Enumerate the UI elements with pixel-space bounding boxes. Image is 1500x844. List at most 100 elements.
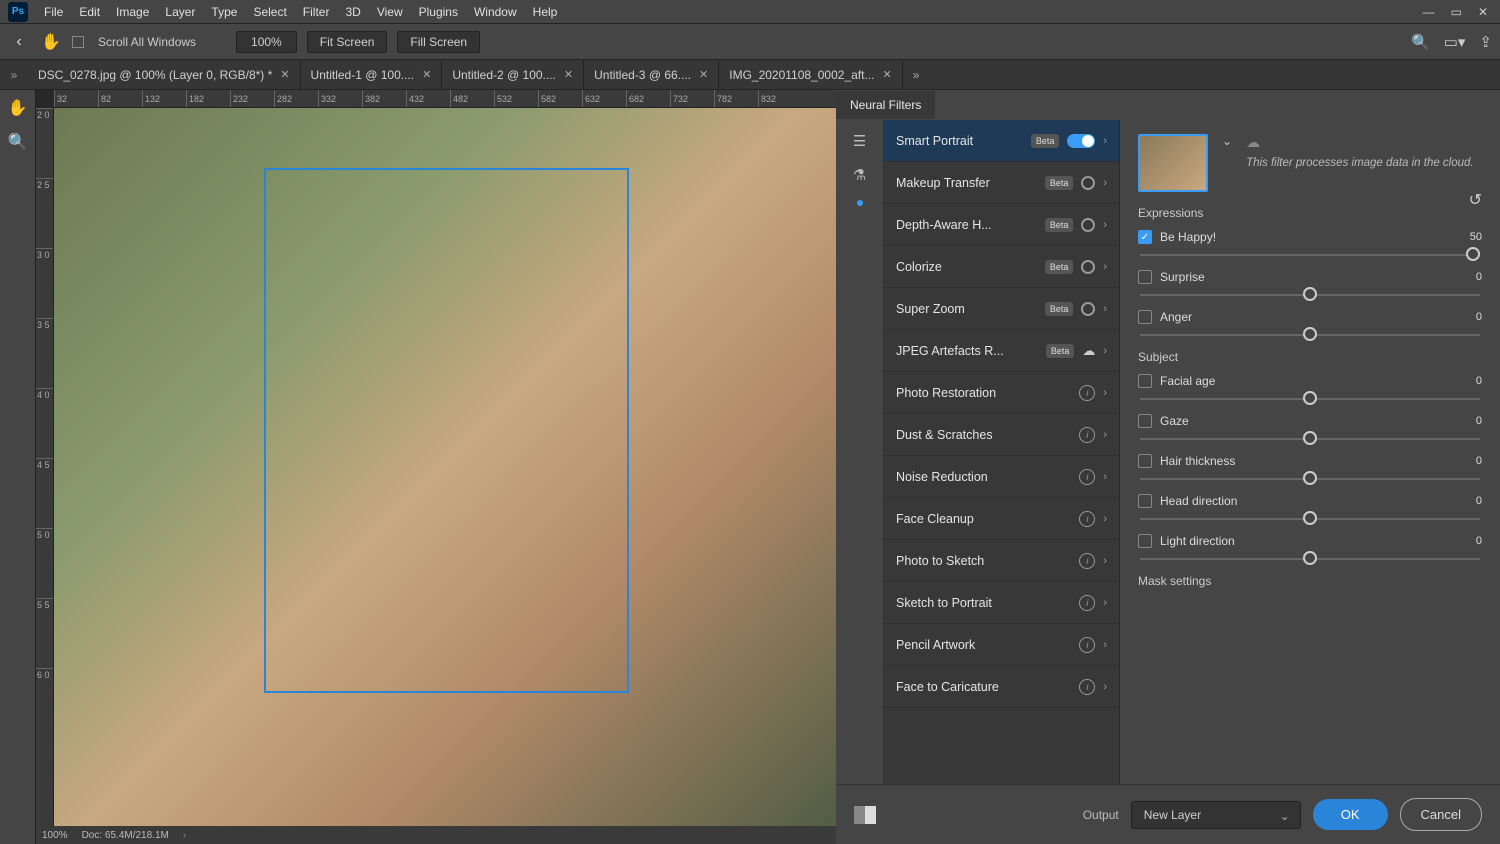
info-icon[interactable]: i bbox=[1079, 469, 1095, 485]
info-icon[interactable]: i bbox=[1079, 511, 1095, 527]
filter-row[interactable]: Photo to Sketchi› bbox=[884, 540, 1119, 582]
ok-button[interactable]: OK bbox=[1313, 799, 1388, 830]
slider-thumb[interactable] bbox=[1303, 287, 1317, 301]
menu-view[interactable]: View bbox=[369, 5, 411, 19]
fill-screen-button[interactable]: Fill Screen bbox=[397, 31, 480, 53]
slider-thumb[interactable] bbox=[1303, 431, 1317, 445]
slider-thumb[interactable] bbox=[1303, 391, 1317, 405]
filter-row[interactable]: Face to Caricaturei› bbox=[884, 666, 1119, 708]
doc-tab[interactable]: IMG_20201108_0002_aft...✕ bbox=[719, 60, 902, 89]
menu-3d[interactable]: 3D bbox=[337, 5, 368, 19]
face-dropdown-icon[interactable]: ⌄ bbox=[1222, 134, 1232, 148]
filter-row[interactable]: Depth-Aware H...Beta› bbox=[884, 204, 1119, 246]
close-tab-icon[interactable]: ✕ bbox=[564, 68, 573, 81]
slider-checkbox[interactable] bbox=[1138, 310, 1152, 324]
doc-tab[interactable]: Untitled-1 @ 100....✕ bbox=[301, 60, 443, 89]
hand-tool-icon[interactable]: ✋ bbox=[40, 31, 62, 53]
close-tab-icon[interactable]: ✕ bbox=[882, 68, 891, 81]
slider-checkbox[interactable]: ✓ bbox=[1138, 230, 1152, 244]
slider-track[interactable] bbox=[1140, 558, 1480, 560]
status-chevron-icon[interactable]: › bbox=[183, 830, 186, 841]
slider-track[interactable] bbox=[1140, 478, 1480, 480]
slider-track[interactable] bbox=[1140, 334, 1480, 336]
slider-track[interactable] bbox=[1140, 518, 1480, 520]
menu-type[interactable]: Type bbox=[203, 5, 245, 19]
filter-toggle[interactable] bbox=[1081, 260, 1095, 274]
doc-tab[interactable]: Untitled-3 @ 66....✕ bbox=[584, 60, 719, 89]
filter-row[interactable]: Super ZoomBeta› bbox=[884, 288, 1119, 330]
close-tab-icon[interactable]: ✕ bbox=[699, 68, 708, 81]
filter-row[interactable]: Photo Restorationi› bbox=[884, 372, 1119, 414]
split-preview-icon[interactable] bbox=[854, 806, 876, 824]
cloud-download-icon[interactable]: ☁ bbox=[1082, 343, 1095, 359]
scroll-tabs-icon[interactable]: » bbox=[907, 68, 926, 82]
sliders-icon[interactable]: ☰ bbox=[853, 132, 866, 150]
close-icon[interactable]: ✕ bbox=[1478, 5, 1488, 19]
menu-edit[interactable]: Edit bbox=[71, 5, 108, 19]
maximize-icon[interactable]: ▭ bbox=[1451, 5, 1462, 19]
menu-help[interactable]: Help bbox=[525, 5, 566, 19]
nf-tab-title[interactable]: Neural Filters bbox=[836, 91, 935, 119]
slider-checkbox[interactable] bbox=[1138, 270, 1152, 284]
slider-checkbox[interactable] bbox=[1138, 374, 1152, 388]
info-icon[interactable]: i bbox=[1079, 595, 1095, 611]
minimize-icon[interactable]: — bbox=[1423, 5, 1435, 19]
slider-track[interactable] bbox=[1140, 254, 1480, 256]
canvas[interactable] bbox=[54, 108, 836, 826]
workspace-icon[interactable]: ▭▾ bbox=[1444, 33, 1466, 51]
filter-toggle[interactable] bbox=[1081, 176, 1095, 190]
filter-row[interactable]: Sketch to Portraiti› bbox=[884, 582, 1119, 624]
slider-checkbox[interactable] bbox=[1138, 494, 1152, 508]
filter-row[interactable]: Pencil Artworki› bbox=[884, 624, 1119, 666]
flask-icon[interactable]: ⚗ bbox=[853, 166, 866, 184]
fit-screen-button[interactable]: Fit Screen bbox=[307, 31, 388, 53]
menu-select[interactable]: Select bbox=[245, 5, 294, 19]
zoom-level[interactable]: 100% bbox=[236, 31, 297, 53]
filter-row[interactable]: Makeup TransferBeta› bbox=[884, 162, 1119, 204]
menu-window[interactable]: Window bbox=[466, 5, 525, 19]
slider-thumb[interactable] bbox=[1466, 247, 1480, 261]
info-icon[interactable]: i bbox=[1079, 637, 1095, 653]
slider-thumb[interactable] bbox=[1303, 327, 1317, 341]
hand-tool-icon[interactable]: ✋ bbox=[6, 96, 30, 120]
info-icon[interactable]: i bbox=[1079, 679, 1095, 695]
slider-track[interactable] bbox=[1140, 294, 1480, 296]
filter-row[interactable]: JPEG Artefacts R...Beta☁› bbox=[884, 330, 1119, 372]
slider-track[interactable] bbox=[1140, 438, 1480, 440]
slider-track[interactable] bbox=[1140, 398, 1480, 400]
doc-tab[interactable]: Untitled-2 @ 100....✕ bbox=[442, 60, 584, 89]
reset-icon[interactable]: ↺ bbox=[1469, 190, 1482, 210]
slider-thumb[interactable] bbox=[1303, 511, 1317, 525]
search-icon[interactable]: 🔍 bbox=[1411, 33, 1430, 51]
face-thumbnail[interactable] bbox=[1138, 134, 1208, 192]
info-icon[interactable]: i bbox=[1079, 553, 1095, 569]
filter-toggle[interactable] bbox=[1081, 218, 1095, 232]
slider-checkbox[interactable] bbox=[1138, 414, 1152, 428]
filter-row[interactable]: ColorizeBeta› bbox=[884, 246, 1119, 288]
slider-thumb[interactable] bbox=[1303, 551, 1317, 565]
slider-thumb[interactable] bbox=[1303, 471, 1317, 485]
zoom-tool-icon[interactable]: 🔍 bbox=[6, 130, 30, 154]
filter-row[interactable]: Face Cleanupi› bbox=[884, 498, 1119, 540]
doc-tab[interactable]: DSC_0278.jpg @ 100% (Layer 0, RGB/8*) *✕ bbox=[28, 60, 301, 89]
close-tab-icon[interactable]: ✕ bbox=[280, 68, 289, 81]
menu-layer[interactable]: Layer bbox=[157, 5, 203, 19]
info-icon[interactable]: i bbox=[1079, 385, 1095, 401]
output-select[interactable]: New Layer ⌄ bbox=[1131, 801, 1301, 829]
slider-checkbox[interactable] bbox=[1138, 454, 1152, 468]
slider-checkbox[interactable] bbox=[1138, 534, 1152, 548]
share-icon[interactable]: ⇪ bbox=[1479, 33, 1492, 51]
filter-toggle[interactable] bbox=[1081, 302, 1095, 316]
info-icon[interactable]: i bbox=[1079, 427, 1095, 443]
tablist-menu-icon[interactable]: » bbox=[0, 68, 28, 82]
menu-filter[interactable]: Filter bbox=[295, 5, 338, 19]
filter-row[interactable]: Smart PortraitBeta› bbox=[884, 120, 1119, 162]
scroll-all-checkbox[interactable] bbox=[72, 36, 84, 48]
close-tab-icon[interactable]: ✕ bbox=[422, 68, 431, 81]
filter-toggle[interactable] bbox=[1067, 134, 1095, 148]
back-button[interactable]: ‹ bbox=[8, 31, 30, 53]
menu-plugins[interactable]: Plugins bbox=[411, 5, 466, 19]
filter-row[interactable]: Dust & Scratchesi› bbox=[884, 414, 1119, 456]
menu-file[interactable]: File bbox=[36, 5, 71, 19]
filter-row[interactable]: Noise Reductioni› bbox=[884, 456, 1119, 498]
